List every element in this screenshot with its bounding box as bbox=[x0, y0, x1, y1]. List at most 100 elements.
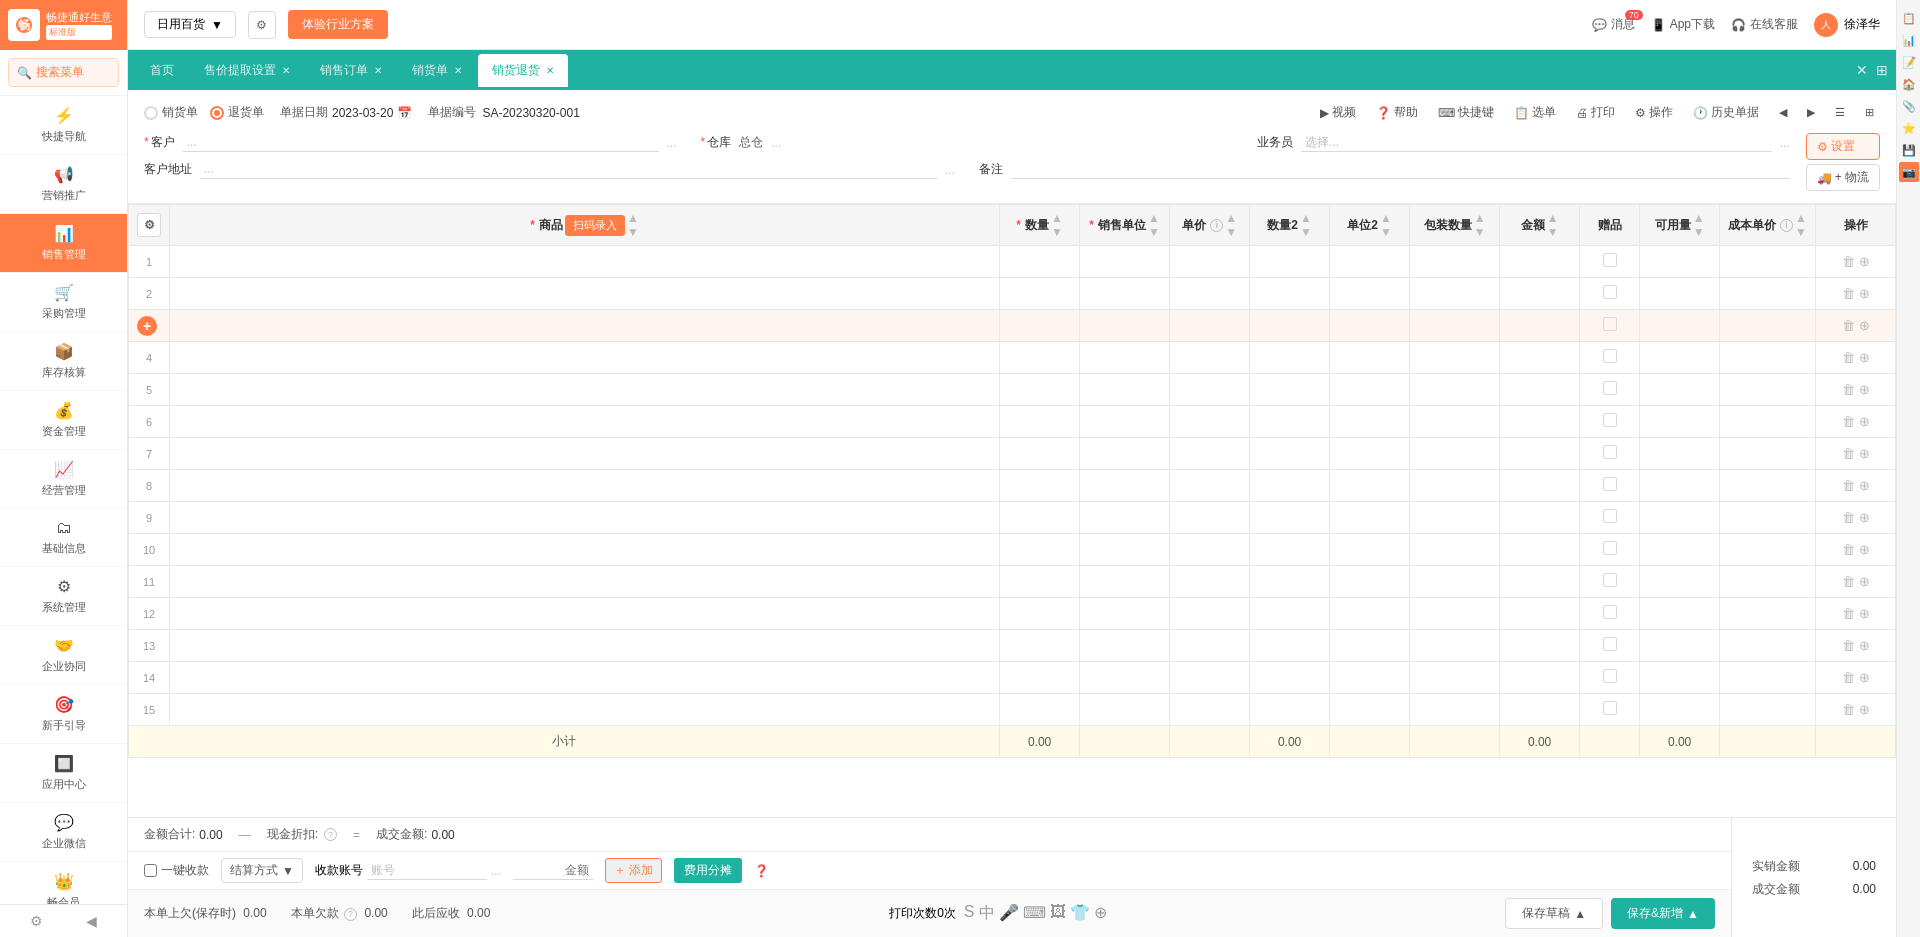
cell-row1-amount[interactable] bbox=[1500, 246, 1580, 278]
cash-discount-info[interactable]: ? bbox=[324, 828, 337, 841]
cell-row14-product[interactable] bbox=[170, 662, 1000, 694]
remark-input[interactable] bbox=[1011, 160, 1790, 179]
cell-row1-pack-qty[interactable] bbox=[1410, 246, 1500, 278]
cell-row3-unit-price[interactable] bbox=[1170, 310, 1250, 342]
gift-checkbox-row6[interactable] bbox=[1603, 413, 1617, 427]
grid-view-btn[interactable]: ⊞ bbox=[1859, 102, 1880, 123]
cell-row1-gift[interactable] bbox=[1580, 246, 1640, 278]
cell-row2-quantity2[interactable] bbox=[1250, 278, 1330, 310]
copy-row2-btn[interactable]: ⊕ bbox=[1859, 286, 1870, 301]
cell-row6-cost-price[interactable] bbox=[1720, 406, 1816, 438]
cell-row8-gift[interactable] bbox=[1580, 470, 1640, 502]
cell-row11-unit-price[interactable] bbox=[1170, 566, 1250, 598]
tool-icon-4[interactable]: ⌨ bbox=[1023, 903, 1046, 924]
cell-row15-unit2[interactable] bbox=[1330, 694, 1410, 726]
sidebar-settings-btn[interactable]: ⚙ bbox=[30, 913, 43, 929]
cell-row11-available[interactable] bbox=[1640, 566, 1720, 598]
salesperson-input[interactable] bbox=[1301, 133, 1772, 152]
cell-row5-amount[interactable] bbox=[1500, 374, 1580, 406]
cell-row9-product[interactable] bbox=[170, 502, 1000, 534]
cell-row3-cost-price[interactable] bbox=[1720, 310, 1816, 342]
tool-icon-2[interactable]: 中 bbox=[979, 903, 995, 924]
logistics-btn[interactable]: 🚚 + 物流 bbox=[1806, 164, 1880, 191]
delete-row14-btn[interactable]: 🗑 bbox=[1842, 670, 1855, 685]
cell-row8-sale-unit[interactable] bbox=[1080, 470, 1170, 502]
gift-checkbox-row13[interactable] bbox=[1603, 637, 1617, 651]
cell-row6-unit-price[interactable] bbox=[1170, 406, 1250, 438]
cell-row15-amount[interactable] bbox=[1500, 694, 1580, 726]
cell-row6-gift[interactable] bbox=[1580, 406, 1640, 438]
cell-row11-gift[interactable] bbox=[1580, 566, 1640, 598]
cell-row6-sale-unit[interactable] bbox=[1080, 406, 1170, 438]
tool-icon-3[interactable]: 🎤 bbox=[999, 903, 1019, 924]
cell-row4-available[interactable] bbox=[1640, 342, 1720, 374]
tab-price-extract[interactable]: 售价提取设置 ✕ bbox=[190, 54, 304, 87]
cell-row14-available[interactable] bbox=[1640, 662, 1720, 694]
cell-row15-gift[interactable] bbox=[1580, 694, 1640, 726]
cell-row7-unit-price[interactable] bbox=[1170, 438, 1250, 470]
cell-row12-quantity2[interactable] bbox=[1250, 598, 1330, 630]
cell-row1-quantity[interactable] bbox=[1000, 246, 1080, 278]
right-action-5[interactable]: 📎 bbox=[1899, 96, 1919, 116]
cell-row1-cost-price[interactable] bbox=[1720, 246, 1816, 278]
copy-row4-btn[interactable]: ⊕ bbox=[1859, 350, 1870, 365]
cell-row15-available[interactable] bbox=[1640, 694, 1720, 726]
delete-row9-btn[interactable]: 🗑 bbox=[1842, 510, 1855, 525]
cell-row7-amount[interactable] bbox=[1500, 438, 1580, 470]
settings-side-btn[interactable]: ⚙ 设置 bbox=[1806, 133, 1880, 160]
copy-row10-btn[interactable]: ⊕ bbox=[1859, 542, 1870, 557]
tab-sales-return[interactable]: 销货退货 ✕ bbox=[478, 54, 568, 87]
gift-checkbox-row15[interactable] bbox=[1603, 701, 1617, 715]
cell-row15-quantity2[interactable] bbox=[1250, 694, 1330, 726]
sidebar-item-guide[interactable]: 🎯 新手引导 bbox=[0, 685, 127, 744]
cell-row4-product[interactable] bbox=[170, 342, 1000, 374]
operate-btn[interactable]: ⚙ 操作 bbox=[1629, 102, 1679, 123]
cell-row1-unit2[interactable] bbox=[1330, 246, 1410, 278]
cell-row5-unit-price[interactable] bbox=[1170, 374, 1250, 406]
right-action-8[interactable]: 📷 bbox=[1899, 162, 1919, 182]
cell-row9-cost-price[interactable] bbox=[1720, 502, 1816, 534]
cell-row14-pack-qty[interactable] bbox=[1410, 662, 1500, 694]
cell-row3-sale-unit[interactable] bbox=[1080, 310, 1170, 342]
app-download-btn[interactable]: 📱 App下载 bbox=[1651, 16, 1715, 33]
sidebar-item-finance[interactable]: 💰 资金管理 bbox=[0, 391, 127, 450]
radio-return-doc[interactable]: 退货单 bbox=[210, 104, 264, 121]
cell-row9-pack-qty[interactable] bbox=[1410, 502, 1500, 534]
cell-row8-cost-price[interactable] bbox=[1720, 470, 1816, 502]
delete-row5-btn[interactable]: 🗑 bbox=[1842, 382, 1855, 397]
cell-row3-unit2[interactable] bbox=[1330, 310, 1410, 342]
cell-row14-quantity2[interactable] bbox=[1250, 662, 1330, 694]
cell-row10-product[interactable] bbox=[170, 534, 1000, 566]
shortcut-btn[interactable]: ⌨ 快捷键 bbox=[1432, 102, 1500, 123]
radio-sale-doc[interactable]: 销货单 bbox=[144, 104, 198, 121]
copy-row8-btn[interactable]: ⊕ bbox=[1859, 478, 1870, 493]
cell-row7-gift[interactable] bbox=[1580, 438, 1640, 470]
cell-row2-product[interactable] bbox=[170, 278, 1000, 310]
tool-icon-6[interactable]: 👕 bbox=[1070, 903, 1090, 924]
delete-row3-btn[interactable]: 🗑 bbox=[1842, 318, 1855, 333]
cell-row13-product[interactable] bbox=[170, 630, 1000, 662]
cell-row4-gift[interactable] bbox=[1580, 342, 1640, 374]
copy-row13-btn[interactable]: ⊕ bbox=[1859, 638, 1870, 653]
gift-checkbox-row14[interactable] bbox=[1603, 669, 1617, 683]
cell-row5-cost-price[interactable] bbox=[1720, 374, 1816, 406]
cell-row12-pack-qty[interactable] bbox=[1410, 598, 1500, 630]
cell-row5-unit2[interactable] bbox=[1330, 374, 1410, 406]
cell-row8-unit2[interactable] bbox=[1330, 470, 1410, 502]
cell-row8-pack-qty[interactable] bbox=[1410, 470, 1500, 502]
customer-picker-btn[interactable]: ... bbox=[667, 136, 677, 150]
tab-home[interactable]: 首页 bbox=[136, 54, 188, 87]
cost-price-info-icon[interactable]: i bbox=[1780, 219, 1793, 232]
cell-row3-quantity[interactable] bbox=[1000, 310, 1080, 342]
cell-row4-sale-unit[interactable] bbox=[1080, 342, 1170, 374]
cell-row4-unit2[interactable] bbox=[1330, 342, 1410, 374]
cell-row3-product[interactable] bbox=[170, 310, 1000, 342]
customer-input[interactable] bbox=[183, 133, 659, 152]
cell-row5-pack-qty[interactable] bbox=[1410, 374, 1500, 406]
cell-row12-product[interactable] bbox=[170, 598, 1000, 630]
delete-row10-btn[interactable]: 🗑 bbox=[1842, 542, 1855, 557]
cell-row9-unit-price[interactable] bbox=[1170, 502, 1250, 534]
cell-row9-available[interactable] bbox=[1640, 502, 1720, 534]
gift-checkbox-row1[interactable] bbox=[1603, 253, 1617, 267]
salesperson-picker-btn[interactable]: ... bbox=[1780, 136, 1790, 150]
